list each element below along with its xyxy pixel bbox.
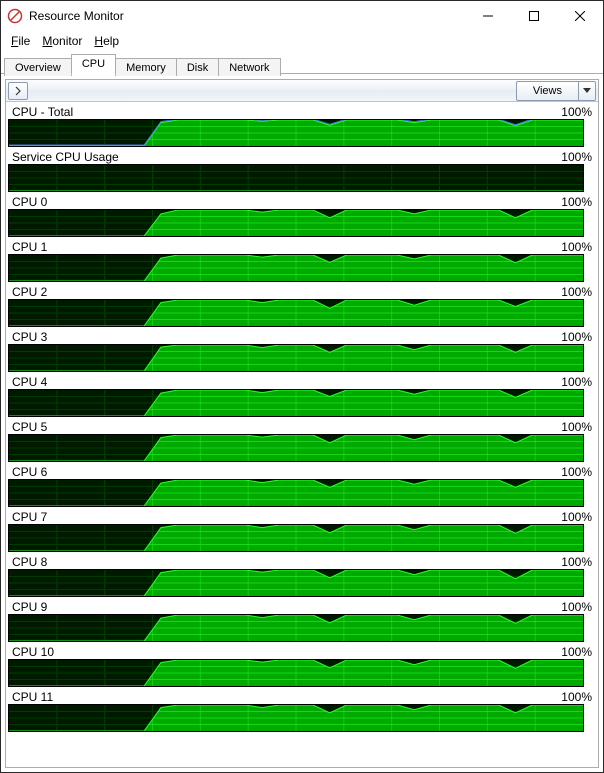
chart-scale-label: 100% [561, 690, 592, 704]
chart-canvas [8, 569, 584, 597]
chart-scale-label: 100% [561, 330, 592, 344]
chart-canvas [8, 524, 584, 552]
chart-canvas [8, 209, 584, 237]
chart-scale-label: 100% [561, 645, 592, 659]
chart-name: CPU 10 [12, 645, 54, 659]
chart-scale-label: 100% [561, 240, 592, 254]
chart-block: CPU 8 100% [8, 554, 598, 597]
expand-toolbar: Views [6, 80, 598, 102]
tab-disk[interactable]: Disk [176, 58, 219, 76]
chart-block: CPU 6 100% [8, 464, 598, 507]
chart-block: CPU - Total 100% [8, 104, 598, 147]
chart-header: CPU 9 100% [8, 599, 598, 614]
chart-block: CPU 11 100% [8, 689, 598, 732]
views-dropdown-arrow[interactable] [579, 88, 595, 94]
chart-header: CPU 4 100% [8, 374, 598, 389]
chart-scale-label: 100% [561, 510, 592, 524]
chart-canvas [8, 614, 584, 642]
chart-name: CPU 3 [12, 330, 47, 344]
tab-overview[interactable]: Overview [4, 58, 72, 76]
menu-item-file[interactable]: File [5, 32, 36, 50]
tab-cpu[interactable]: CPU [71, 54, 116, 75]
chart-canvas [8, 389, 584, 417]
chart-canvas [8, 704, 584, 732]
chart-name: CPU 8 [12, 555, 47, 569]
chart-header: CPU 0 100% [8, 194, 598, 209]
chart-name: CPU 4 [12, 375, 47, 389]
chart-scale-label: 100% [561, 600, 592, 614]
expand-right-button[interactable] [8, 82, 28, 100]
chart-scale-label: 100% [561, 105, 592, 119]
minimize-button[interactable] [465, 1, 511, 31]
chart-block: CPU 4 100% [8, 374, 598, 417]
chart-scale-label: 100% [561, 195, 592, 209]
chart-name: CPU - Total [12, 105, 73, 119]
tab-memory[interactable]: Memory [115, 58, 177, 76]
chart-name: CPU 7 [12, 510, 47, 524]
close-button[interactable] [557, 1, 603, 31]
chart-scale-label: 100% [561, 150, 592, 164]
chart-canvas [8, 434, 584, 462]
chart-block: CPU 1 100% [8, 239, 598, 282]
views-button[interactable]: Views [516, 81, 596, 101]
chart-block: CPU 0 100% [8, 194, 598, 237]
chart-header: CPU 10 100% [8, 644, 598, 659]
chart-block: CPU 2 100% [8, 284, 598, 327]
chart-canvas [8, 254, 584, 282]
views-label: Views [517, 82, 579, 100]
menu-item-monitor[interactable]: Monitor [36, 32, 88, 50]
chart-scale-label: 100% [561, 285, 592, 299]
chart-name: CPU 0 [12, 195, 47, 209]
chevron-down-icon [583, 88, 591, 94]
chart-header: CPU 7 100% [8, 509, 598, 524]
chart-header: CPU 2 100% [8, 284, 598, 299]
chart-scale-label: 100% [561, 375, 592, 389]
window-title: Resource Monitor [29, 9, 465, 23]
chart-block: CPU 9 100% [8, 599, 598, 642]
chart-name: Service CPU Usage [12, 150, 119, 164]
chart-block: Service CPU Usage 100% [8, 149, 598, 192]
menubar: FileMonitorHelp [1, 31, 603, 51]
chart-header: CPU 8 100% [8, 554, 598, 569]
chart-name: CPU 11 [12, 690, 53, 704]
chart-canvas [8, 164, 584, 192]
charts-viewport[interactable]: CPU - Total100%Service CPU Usage100%CPU … [6, 102, 598, 767]
chart-block: CPU 5 100% [8, 419, 598, 462]
chart-canvas [8, 344, 584, 372]
maximize-button[interactable] [511, 1, 557, 31]
chart-header: CPU 3 100% [8, 329, 598, 344]
chart-header: CPU 6 100% [8, 464, 598, 479]
titlebar[interactable]: Resource Monitor [1, 1, 603, 31]
chart-header: CPU - Total 100% [8, 104, 598, 119]
chart-name: CPU 1 [12, 240, 47, 254]
chart-block: CPU 7 100% [8, 509, 598, 552]
chart-canvas [8, 119, 584, 147]
resource-monitor-window: Resource Monitor FileMonitorHelp Overvie… [0, 0, 604, 773]
tab-content: Views CPU - Total 100% Service CPU Usage 10… [1, 74, 603, 772]
tab-strip: OverviewCPUMemoryDiskNetwork [1, 52, 603, 74]
app-icon [7, 8, 23, 24]
chart-scale-label: 100% [561, 465, 592, 479]
chart-name: CPU 9 [12, 600, 47, 614]
menu-item-help[interactable]: Help [88, 32, 125, 50]
chart-canvas [8, 299, 584, 327]
chart-block: CPU 10 100% [8, 644, 598, 687]
chart-name: CPU 6 [12, 465, 47, 479]
chart-header: CPU 1 100% [8, 239, 598, 254]
chart-canvas [8, 479, 584, 507]
inner-panel: Views CPU - Total 100% Service CPU Usage 10… [5, 79, 599, 768]
chart-header: CPU 11 100% [8, 689, 598, 704]
chart-header: Service CPU Usage 100% [8, 149, 598, 164]
chart-canvas [8, 659, 584, 687]
chart-name: CPU 2 [12, 285, 47, 299]
chart-header: CPU 5 100% [8, 419, 598, 434]
chart-scale-label: 100% [561, 420, 592, 434]
chart-name: CPU 5 [12, 420, 47, 434]
window-buttons [465, 1, 603, 31]
tab-network[interactable]: Network [218, 58, 280, 76]
chart-scale-label: 100% [561, 555, 592, 569]
chevron-right-icon [14, 86, 22, 96]
chart-block: CPU 3 100% [8, 329, 598, 372]
